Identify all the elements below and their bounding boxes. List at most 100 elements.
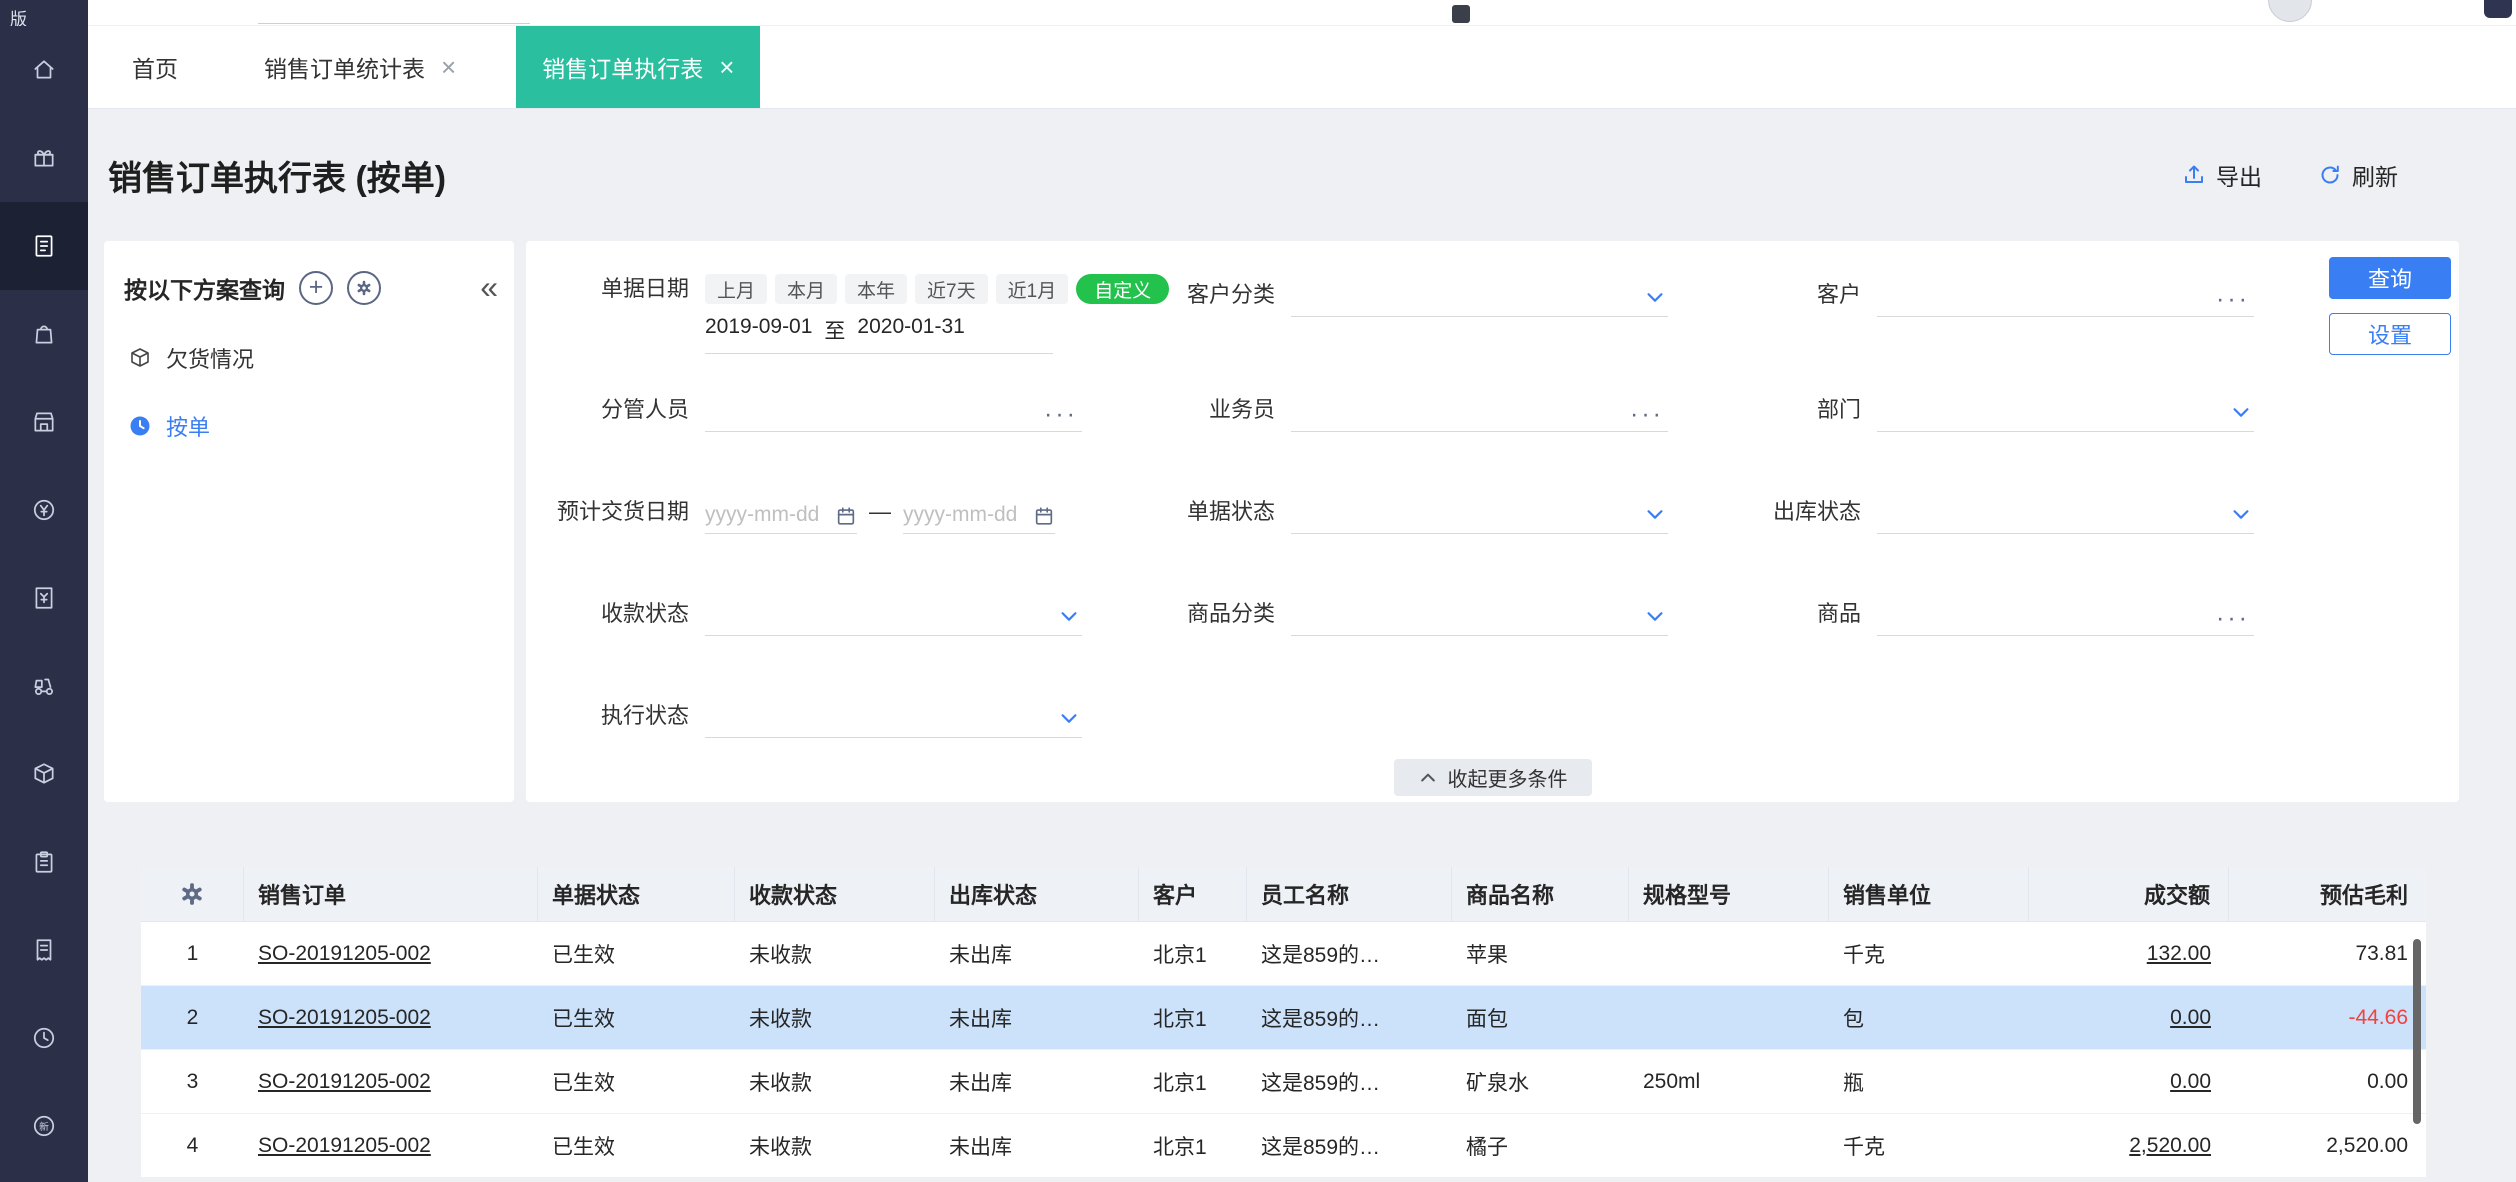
sidebar-item-home[interactable] bbox=[0, 26, 88, 114]
tab-sales-order-exec[interactable]: 销售订单执行表 × bbox=[516, 26, 761, 108]
cell-order[interactable]: SO-20191205-002 bbox=[244, 942, 538, 966]
table-row[interactable]: 3 SO-20191205-002 已生效 未收款 未出库 北京1 这是859的… 矿泉水 25… bbox=[141, 1050, 2426, 1114]
tab-home[interactable]: 首页 bbox=[106, 26, 204, 108]
more-icon[interactable]: ··· bbox=[1044, 400, 1078, 429]
custom-range-button[interactable]: 自定义 bbox=[1076, 274, 1170, 304]
sidebar-item-receipt[interactable] bbox=[0, 906, 88, 994]
topbar-app-icon[interactable] bbox=[1452, 5, 1470, 23]
doc-status-select[interactable] bbox=[1291, 490, 1668, 534]
plan-settings-button[interactable] bbox=[347, 270, 381, 305]
product-picker[interactable]: ··· bbox=[1877, 592, 2254, 636]
table-row[interactable]: 1 SO-20191205-002 已生效 未收款 未出库 北京1 这是859的… 苹果 千克 1… bbox=[141, 922, 2426, 986]
expected-delivery-range[interactable]: yyyy-mm-dd — yyyy-mm-dd bbox=[705, 490, 1082, 534]
salesman-picker[interactable]: ··· bbox=[1291, 388, 1668, 432]
cell-product: 橘子 bbox=[1466, 1135, 1508, 1159]
amount-link[interactable]: 132.00 bbox=[2147, 942, 2211, 965]
sidebar-item-store[interactable] bbox=[0, 378, 88, 466]
doc-date-range[interactable]: 2019-09-01 至 2020-01-31 bbox=[705, 315, 1053, 354]
order-link[interactable]: SO-20191205-002 bbox=[258, 942, 431, 965]
collapse-panel-button[interactable]: « bbox=[480, 269, 498, 306]
sidebar-item-invoice[interactable] bbox=[0, 554, 88, 642]
close-icon[interactable]: × bbox=[441, 54, 456, 80]
quick-range-button[interactable]: 上月 bbox=[705, 274, 768, 304]
column-header: 预估毛利 bbox=[2319, 883, 2408, 908]
customer-picker[interactable]: ··· bbox=[1877, 273, 2254, 317]
filter-label-manager: 分管人员 bbox=[600, 397, 689, 422]
more-icon[interactable]: ··· bbox=[2216, 285, 2250, 314]
chevron-down-icon[interactable] bbox=[2230, 401, 2252, 423]
refresh-button[interactable]: 刷新 bbox=[2318, 158, 2398, 192]
table-settings-button[interactable] bbox=[141, 867, 244, 921]
manager-picker[interactable]: ··· bbox=[705, 388, 1082, 432]
chevron-down-icon[interactable] bbox=[1058, 707, 1080, 729]
sidebar-item-history[interactable] bbox=[0, 994, 88, 1082]
cell-order[interactable]: SO-20191205-002 bbox=[244, 1070, 538, 1094]
delivery-end-input[interactable]: yyyy-mm-dd bbox=[903, 490, 1055, 534]
row-index: 4 bbox=[186, 1133, 199, 1157]
doc-date-filter[interactable]: 上月 本月 本年 近7天 近1月 自定义 2019-09-01 至 2020-01-31 bbox=[705, 273, 1170, 354]
chevron-down-icon[interactable] bbox=[1644, 286, 1666, 308]
customer-category-select[interactable] bbox=[1291, 273, 1668, 317]
more-icon[interactable]: ··· bbox=[2216, 604, 2250, 633]
sidebar-version-label[interactable]: 版 bbox=[0, 0, 88, 26]
calendar-icon[interactable] bbox=[835, 505, 857, 527]
chevron-down-icon[interactable] bbox=[2230, 503, 2252, 525]
exec-status-select[interactable] bbox=[705, 694, 1082, 738]
chevron-down-icon[interactable] bbox=[1644, 605, 1666, 627]
table-scrollbar[interactable] bbox=[2413, 939, 2421, 1124]
cell-amount[interactable]: 2,520.00 bbox=[2029, 1134, 2229, 1158]
order-link[interactable]: SO-20191205-002 bbox=[258, 1134, 431, 1157]
avatar[interactable] bbox=[2268, 0, 2312, 22]
topbar-search-underline[interactable] bbox=[258, 23, 530, 24]
cell-unit: 瓶 bbox=[1843, 1071, 1864, 1095]
table-row[interactable]: 4 SO-20191205-002 已生效 未收款 未出库 北京1 这是859的… 橘子 千克 2… bbox=[141, 1114, 2426, 1178]
cell-amount[interactable]: 0.00 bbox=[2029, 1070, 2229, 1094]
doc-date-end[interactable]: 2020-01-31 bbox=[857, 315, 964, 345]
table-row[interactable]: 2 SO-20191205-002 已生效 未收款 未出库 北京1 这是859的… 面包 包 0.… bbox=[141, 986, 2426, 1050]
sidebar-item-clipboard[interactable] bbox=[0, 818, 88, 906]
quick-range-button[interactable]: 本年 bbox=[845, 274, 908, 304]
cell-amount[interactable]: 132.00 bbox=[2029, 942, 2229, 966]
plan-item-owed-goods[interactable]: 欠货情况 bbox=[124, 342, 494, 374]
cell-doc_status: 已生效 bbox=[552, 1071, 615, 1095]
sidebar-item-new[interactable]: 新 bbox=[0, 1082, 88, 1170]
sidebar-item-orders[interactable] bbox=[0, 202, 88, 290]
quick-range-button[interactable]: 近1月 bbox=[995, 274, 1069, 304]
more-icon[interactable]: ··· bbox=[1630, 400, 1664, 429]
doc-date-start[interactable]: 2019-09-01 bbox=[705, 315, 812, 345]
settings-button[interactable]: 设置 bbox=[2329, 313, 2451, 355]
cell-order[interactable]: SO-20191205-002 bbox=[244, 1134, 538, 1158]
delivery-start-input[interactable]: yyyy-mm-dd bbox=[705, 490, 857, 534]
export-button[interactable]: 导出 bbox=[2182, 158, 2262, 192]
query-button[interactable]: 查询 bbox=[2329, 257, 2451, 299]
sidebar-item-delivery[interactable] bbox=[0, 642, 88, 730]
chevron-down-icon[interactable] bbox=[1058, 605, 1080, 627]
sidebar-item-gift[interactable] bbox=[0, 114, 88, 202]
sidebar-item-finance[interactable] bbox=[0, 466, 88, 554]
amount-link[interactable]: 0.00 bbox=[2170, 1070, 2211, 1093]
sidebar-item-purchase[interactable] bbox=[0, 290, 88, 378]
chevron-down-icon[interactable] bbox=[1644, 503, 1666, 525]
quick-range-button[interactable]: 本月 bbox=[775, 274, 838, 304]
order-link[interactable]: SO-20191205-002 bbox=[258, 1070, 431, 1093]
amount-link[interactable]: 2,520.00 bbox=[2129, 1134, 2211, 1157]
gift-icon bbox=[34, 150, 54, 167]
close-icon[interactable]: × bbox=[719, 54, 734, 80]
product-category-select[interactable] bbox=[1291, 592, 1668, 636]
amount-link[interactable]: 0.00 bbox=[2170, 1006, 2211, 1029]
add-plan-button[interactable]: + bbox=[299, 270, 333, 305]
cell-amount[interactable]: 0.00 bbox=[2029, 1006, 2229, 1030]
payment-status-select[interactable] bbox=[705, 592, 1082, 636]
plan-item-by-order[interactable]: 按单 bbox=[124, 410, 494, 442]
cell-order[interactable]: SO-20191205-002 bbox=[244, 1006, 538, 1030]
calendar-icon[interactable] bbox=[1033, 505, 1055, 527]
gear-icon bbox=[357, 280, 371, 295]
outbound-status-select[interactable] bbox=[1877, 490, 2254, 534]
tab-sales-order-stats[interactable]: 销售订单统计表 × bbox=[238, 26, 482, 108]
order-link[interactable]: SO-20191205-002 bbox=[258, 1006, 431, 1029]
collapse-more-button[interactable]: 收起更多条件 bbox=[1393, 759, 1592, 796]
sidebar-item-inventory[interactable] bbox=[0, 730, 88, 818]
department-select[interactable] bbox=[1877, 388, 2254, 432]
quick-range-button[interactable]: 近7天 bbox=[915, 274, 988, 304]
scooter-icon bbox=[34, 678, 53, 695]
